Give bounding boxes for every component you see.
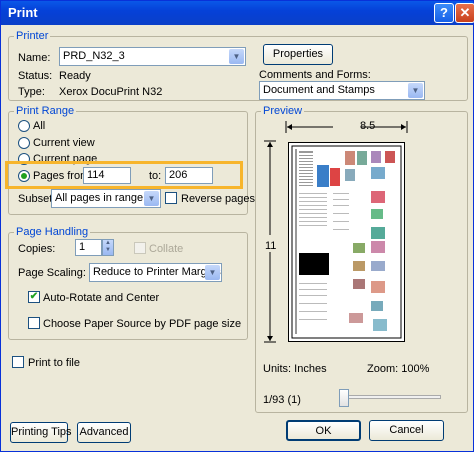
zoom-label: Zoom: 100% — [367, 363, 430, 375]
page-indicator: 1/93 (1) — [263, 394, 301, 406]
close-icon[interactable]: ✕ — [455, 3, 474, 23]
help-icon[interactable]: ? — [434, 3, 454, 23]
type-value: Xerox DocuPrint N32 — [59, 86, 163, 98]
radio-current-view[interactable] — [18, 137, 30, 149]
status-label: Status: — [18, 70, 53, 82]
printing-tips-button[interactable]: Printing Tips — [10, 422, 72, 443]
cancel-button[interactable]: Cancel — [369, 420, 444, 441]
print-to-file-label[interactable]: Print to file — [28, 357, 80, 369]
autorotate-label[interactable]: Auto-Rotate and Center — [43, 292, 159, 304]
page-scaling-select[interactable]: Reduce to Printer Margins ▼ — [89, 263, 222, 282]
preview-label: Preview — [261, 105, 305, 117]
chevron-down-icon[interactable]: ▼ — [408, 83, 423, 98]
subset-value: All pages in range — [55, 192, 144, 204]
printer-name-value: PRD_N32_3 — [63, 50, 125, 62]
window-title: Print — [8, 5, 38, 20]
pages-highlight-box — [5, 161, 243, 189]
printer-name-label: Name: — [18, 52, 51, 64]
subset-label: Subset: — [18, 193, 56, 205]
copies-label: Copies: — [18, 243, 56, 255]
preview-slider-track[interactable] — [339, 395, 441, 399]
collate-checkbox[interactable] — [134, 242, 146, 254]
chevron-down-icon[interactable]: ▼ — [205, 265, 220, 280]
units-label: Units: Inches — [263, 363, 327, 375]
subset-select[interactable]: All pages in range ▼ — [51, 189, 161, 208]
reverse-pages-checkbox[interactable] — [165, 192, 177, 204]
page-handling-label: Page Handling — [14, 226, 91, 238]
comments-label: Comments and Forms: — [259, 69, 371, 81]
choose-source-checkbox[interactable] — [28, 317, 40, 329]
copies-input[interactable]: 1 — [75, 239, 102, 256]
print-to-file-checkbox[interactable] — [12, 356, 24, 368]
page-scaling-value: Reduce to Printer Margins — [93, 266, 221, 278]
page-preview — [288, 142, 405, 342]
print-range-label: Print Range — [14, 105, 77, 117]
title-bar: Print ? ✕ — [1, 1, 474, 25]
reverse-pages-label[interactable]: Reverse pages — [181, 193, 255, 205]
radio-all-label[interactable]: All — [33, 120, 45, 132]
printer-group-label: Printer — [14, 30, 51, 42]
height-label: 11 — [265, 240, 277, 252]
print-dialog: Print ? ✕ Printer Name: PRD_N32_3 ▼ Prop… — [0, 0, 474, 452]
collate-label: Collate — [149, 243, 184, 255]
type-label: Type: — [18, 86, 45, 98]
copies-stepper[interactable]: ▲ ▼ — [102, 239, 114, 256]
choose-source-label[interactable]: Choose Paper Source by PDF page size — [43, 318, 241, 330]
properties-button[interactable]: Properties — [263, 44, 333, 65]
page-scaling-label: Page Scaling: — [18, 267, 86, 279]
autorotate-checkbox[interactable]: ✔ — [28, 291, 40, 303]
radio-all[interactable] — [18, 120, 30, 132]
printer-name-select[interactable]: PRD_N32_3 ▼ — [59, 47, 246, 66]
page-preview-content — [291, 145, 402, 339]
status-value: Ready — [59, 70, 91, 82]
chevron-down-icon[interactable]: ▼ — [229, 49, 244, 64]
width-label: 8.5 — [360, 120, 376, 132]
width-dimension-arrow — [285, 121, 408, 133]
chevron-down-icon[interactable]: ▼ — [144, 191, 159, 206]
preview-slider-thumb[interactable] — [339, 389, 349, 407]
comments-select[interactable]: Document and Stamps ▼ — [259, 81, 425, 100]
advanced-button[interactable]: Advanced — [77, 422, 131, 443]
radio-current-view-label[interactable]: Current view — [33, 137, 95, 149]
ok-button[interactable]: OK — [286, 420, 361, 441]
comments-value: Document and Stamps — [263, 84, 375, 96]
